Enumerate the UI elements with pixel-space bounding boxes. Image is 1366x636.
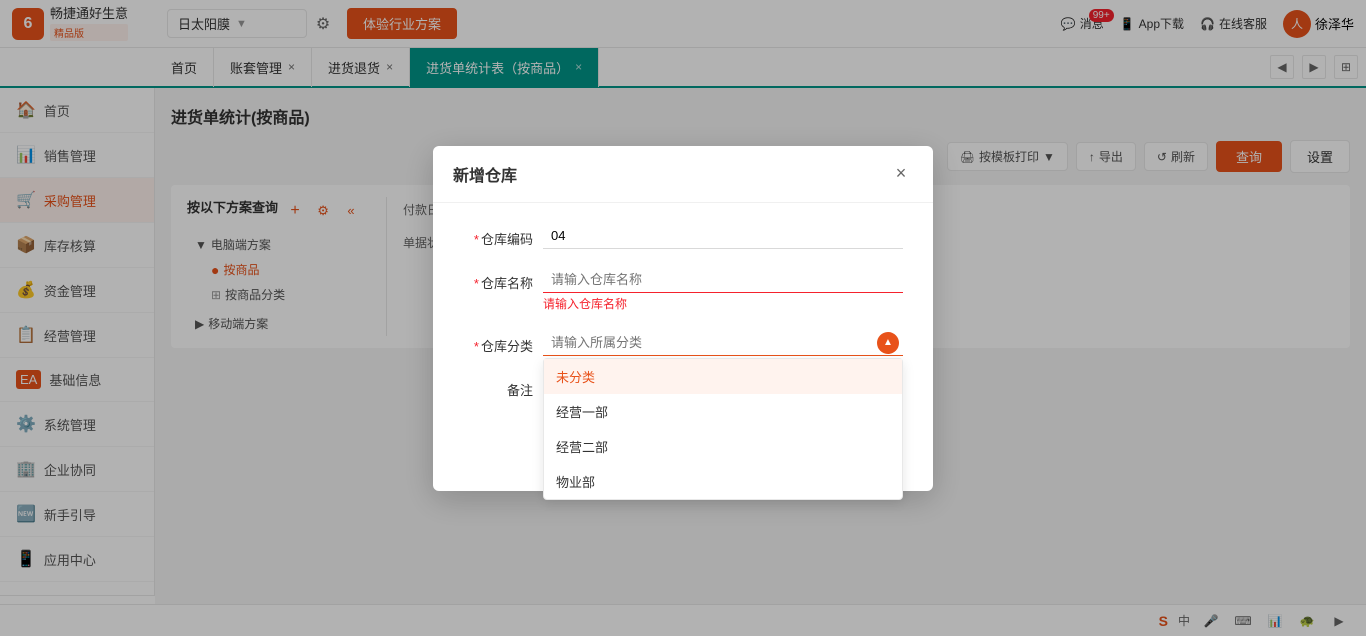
code-label: 仓库编码 [463,223,543,248]
dropdown-option-ops1[interactable]: 经营一部 [544,394,902,429]
dropdown-option-unclassified[interactable]: 未分类 [544,359,902,394]
dropdown-option-property[interactable]: 物业部 [544,464,902,499]
modal-header: 新增仓库 × [433,146,933,203]
category-label: 仓库分类 [463,330,543,355]
name-error-msg: 请输入仓库名称 [543,295,903,312]
category-input[interactable] [543,330,903,356]
warehouse-code-input[interactable] [543,223,903,249]
form-row-category: 仓库分类 ▲ 未分类 经营一部 经营二部 物业部 [463,330,903,356]
modal-title: 新增仓库 [453,162,517,186]
category-dropdown: ▲ 未分类 经营一部 经营二部 物业部 [543,330,903,356]
form-row-code: 仓库编码 [463,223,903,249]
modal-overlay: 新增仓库 × 仓库编码 仓库名称 请输入仓库名称 [0,0,1366,636]
dropdown-arrow-icon[interactable]: ▲ [877,332,899,354]
warehouse-modal: 新增仓库 × 仓库编码 仓库名称 请输入仓库名称 [433,146,933,491]
modal-body: 仓库编码 仓库名称 请输入仓库名称 仓库分类 ▲ [433,203,933,438]
dropdown-list: 未分类 经营一部 经营二部 物业部 [543,358,903,500]
dropdown-option-ops2[interactable]: 经营二部 [544,429,902,464]
note-label: 备注 [463,374,543,399]
name-label: 仓库名称 [463,267,543,292]
modal-close-button[interactable]: × [889,162,913,186]
warehouse-name-input[interactable] [543,267,903,293]
form-row-name: 仓库名称 请输入仓库名称 [463,267,903,312]
